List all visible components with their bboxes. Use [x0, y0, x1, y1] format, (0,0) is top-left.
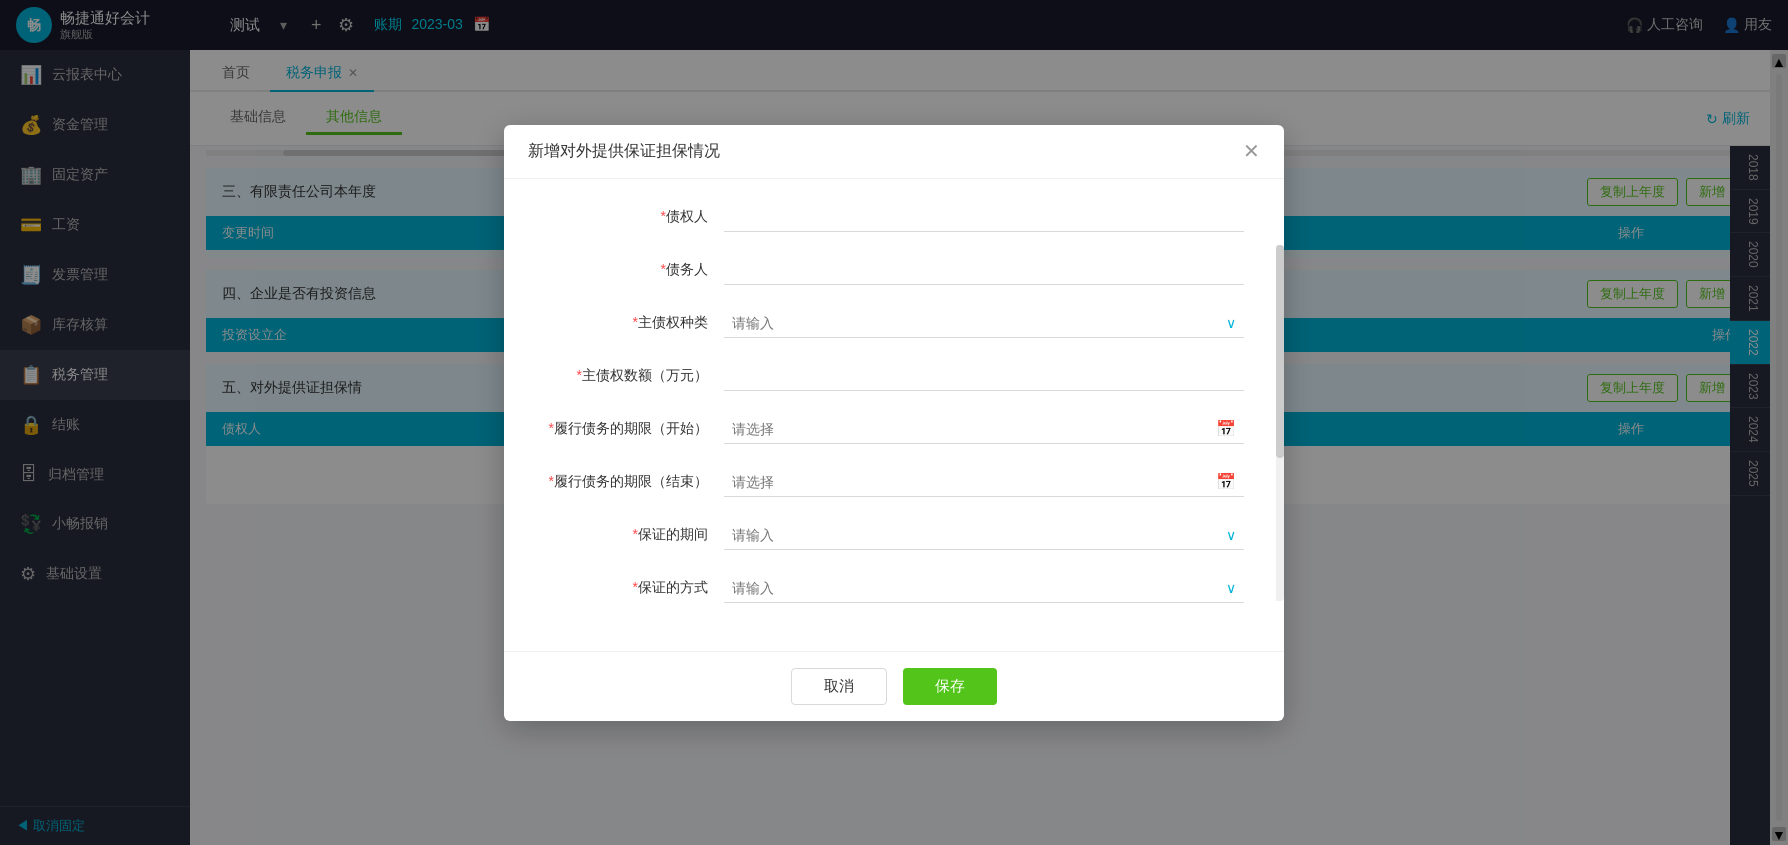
debt-type-select[interactable]: ∨ [724, 309, 1244, 338]
form-row-period-end: *履行债务的期限（结束） 📅 [544, 468, 1244, 497]
period-end-input[interactable] [724, 468, 1216, 496]
period-start-calendar-icon[interactable]: 📅 [1216, 419, 1244, 438]
period-start-date[interactable]: 📅 [724, 415, 1244, 444]
guarantee-method-select[interactable]: ∨ [724, 574, 1244, 603]
debt-type-arrow[interactable]: ∨ [1226, 315, 1244, 331]
debtor-label: *债务人 [544, 261, 724, 279]
period-start-label: *履行债务的期限（开始） [544, 420, 724, 438]
modal-header: 新增对外提供保证担保情况 ✕ [504, 125, 1284, 179]
debt-type-input[interactable] [724, 309, 1226, 337]
period-end-calendar-icon[interactable]: 📅 [1216, 472, 1244, 491]
debt-type-label: *主债权种类 [544, 314, 724, 332]
form-row-creditor: *债权人 [544, 203, 1244, 232]
period-end-date[interactable]: 📅 [724, 468, 1244, 497]
form-row-guarantee-period: *保证的期间 ∨ [544, 521, 1244, 550]
creditor-input[interactable] [724, 203, 1244, 232]
form-row-debtor: *债务人 [544, 256, 1244, 285]
cancel-button[interactable]: 取消 [791, 668, 887, 705]
period-end-label: *履行债务的期限（结束） [544, 473, 724, 491]
debt-amount-input[interactable] [724, 362, 1244, 391]
guarantee-method-label: *保证的方式 [544, 579, 724, 597]
modal-body: *债权人 *债务人 *主债权种类 ∨ [504, 179, 1284, 651]
modal-overlay: 新增对外提供保证担保情况 ✕ *债权人 *债务人 *主债权种类 [0, 0, 1788, 845]
form-row-debt-amount: *主债权数额（万元） [544, 362, 1244, 391]
modal-scrollbar [1276, 245, 1284, 601]
modal-footer: 取消 保存 [504, 651, 1284, 721]
guarantee-method-arrow[interactable]: ∨ [1226, 580, 1244, 596]
guarantee-period-select[interactable]: ∨ [724, 521, 1244, 550]
modal-close-button[interactable]: ✕ [1243, 141, 1260, 161]
form-row-guarantee-method: *保证的方式 ∨ [544, 574, 1244, 603]
guarantee-method-input[interactable] [724, 574, 1226, 602]
form-row-debt-type: *主债权种类 ∨ [544, 309, 1244, 338]
guarantee-period-arrow[interactable]: ∨ [1226, 527, 1244, 543]
debt-amount-label: *主债权数额（万元） [544, 367, 724, 385]
period-start-input[interactable] [724, 415, 1216, 443]
creditor-label: *债权人 [544, 208, 724, 226]
modal-title: 新增对外提供保证担保情况 [528, 141, 720, 162]
debtor-input[interactable] [724, 256, 1244, 285]
guarantee-period-label: *保证的期间 [544, 526, 724, 544]
guarantee-period-input[interactable] [724, 521, 1226, 549]
modal-dialog: 新增对外提供保证担保情况 ✕ *债权人 *债务人 *主债权种类 [504, 125, 1284, 721]
save-button[interactable]: 保存 [903, 668, 997, 705]
form-row-period-start: *履行债务的期限（开始） 📅 [544, 415, 1244, 444]
